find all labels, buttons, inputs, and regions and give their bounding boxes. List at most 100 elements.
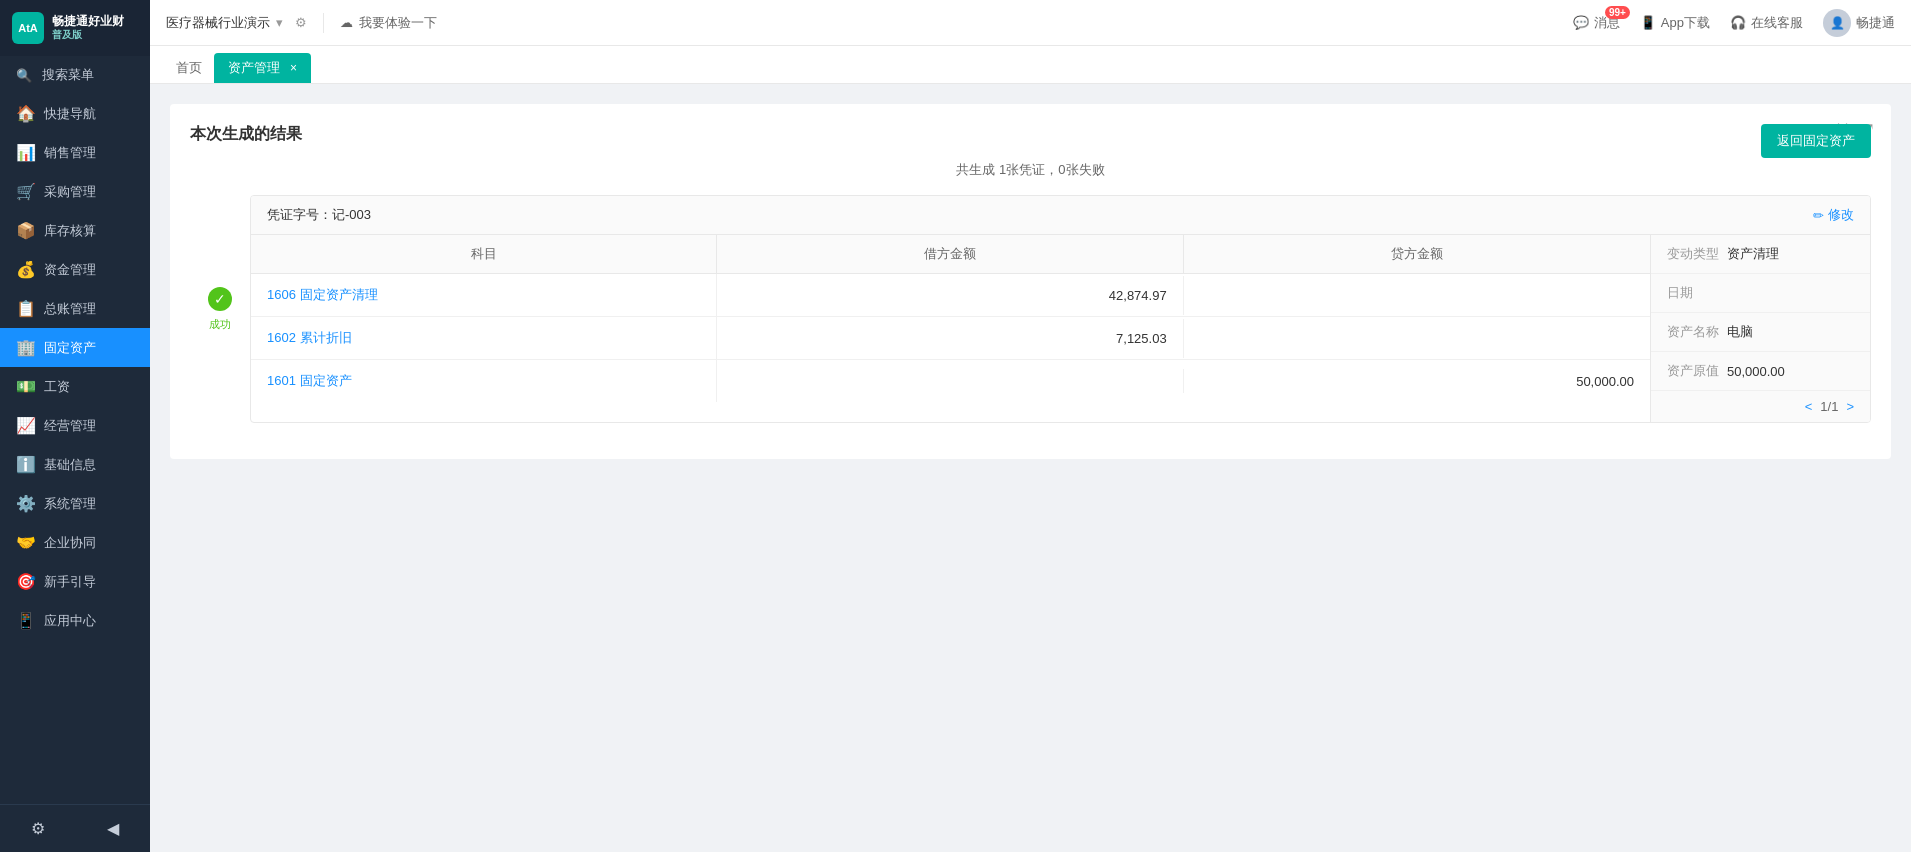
- settings-button[interactable]: ⚙: [25, 813, 51, 844]
- sidebar-item-label: 固定资产: [44, 339, 96, 357]
- app-center-icon: 📱: [16, 611, 34, 630]
- message-icon: 💬: [1573, 15, 1589, 30]
- info-asset-name: 资产名称 电脑: [1651, 313, 1870, 352]
- asset-name-value: 电脑: [1727, 323, 1753, 341]
- sidebar-item-search[interactable]: 🔍 搜索菜单: [0, 56, 150, 94]
- finance-icon: 💰: [16, 260, 34, 279]
- message-badge: 99+: [1605, 6, 1630, 19]
- sidebar-item-label: 快捷导航: [44, 105, 96, 123]
- tab-close-icon[interactable]: ×: [290, 61, 297, 75]
- sidebar-item-fixed-assets[interactable]: 🏢 固定资产: [0, 328, 150, 367]
- sidebar-item-label: 应用中心: [44, 612, 96, 630]
- credit-cell: [1184, 326, 1650, 350]
- company-selector[interactable]: 医疗器械行业演示 ▾: [166, 14, 283, 32]
- voucher-header: 凭证字号：记-003 ✏ 修改: [251, 196, 1870, 235]
- sidebar-item-app-center[interactable]: 📱 应用中心: [0, 601, 150, 640]
- sidebar-item-ledger[interactable]: 📋 总账管理: [0, 289, 150, 328]
- sidebar-logo: AtA 畅捷通好业财 普及版: [0, 0, 150, 56]
- debit-cell: 7,125.03: [717, 319, 1183, 358]
- sidebar-item-inventory[interactable]: 📦 库存核算: [0, 211, 150, 250]
- voucher-container: ✓ 成功 凭证字号：记-003 ✏ 修改: [190, 195, 1871, 423]
- subject-cell: 1601 固定资产: [251, 360, 717, 402]
- credit-cell: [1184, 283, 1650, 307]
- online-service-label: 在线客服: [1751, 14, 1803, 32]
- status-column: ✓ 成功: [190, 195, 250, 423]
- sidebar-item-guide[interactable]: 🎯 新手引导: [0, 562, 150, 601]
- main-content: 本次生成的结果 ✕ ⤢ 返回固定资产 共生成 1张凭证，0张失败 ✓ 成功 凭证…: [150, 84, 1911, 852]
- asset-name-label: 资产名称: [1667, 323, 1719, 341]
- chevron-down-icon: ▾: [276, 15, 283, 30]
- return-fixed-assets-button[interactable]: 返回固定资产: [1761, 124, 1871, 158]
- topbar-right: 💬 消息 99+ 📱 App下载 🎧 在线客服 👤 畅捷通: [1573, 9, 1895, 37]
- edit-voucher-button[interactable]: ✏ 修改: [1813, 206, 1854, 224]
- change-type-label: 变动类型: [1667, 245, 1719, 263]
- home-tab-label: 首页: [176, 59, 202, 77]
- app-download-btn[interactable]: 📱 App下载: [1640, 14, 1710, 32]
- result-panel: 本次生成的结果 ✕ ⤢ 返回固定资产 共生成 1张凭证，0张失败 ✓ 成功 凭证…: [170, 104, 1891, 459]
- sidebar-item-label: 新手引导: [44, 573, 96, 591]
- fixed-assets-icon: 🏢: [16, 338, 34, 357]
- next-page-btn[interactable]: >: [1846, 399, 1854, 414]
- subject-cell: 1606 固定资产清理: [251, 274, 717, 316]
- col-header-debit: 借方金额: [717, 235, 1183, 273]
- voucher-body: 科目 借方金额 贷方金额 1606 固定资产清理 42,874.97: [251, 235, 1870, 422]
- sidebar-item-label: 系统管理: [44, 495, 96, 513]
- side-info-panel: 变动类型 资产清理 日期 资产名称 电脑: [1650, 235, 1870, 422]
- sidebar-item-sales[interactable]: 📊 销售管理: [0, 133, 150, 172]
- sidebar-item-payroll[interactable]: 💵 工资: [0, 367, 150, 406]
- inventory-icon: 📦: [16, 221, 34, 240]
- tab-home[interactable]: 首页: [166, 53, 212, 83]
- basics-icon: ℹ️: [16, 455, 34, 474]
- table-row: 1602 累计折旧 7,125.03: [251, 317, 1650, 360]
- message-btn[interactable]: 💬 消息 99+: [1573, 14, 1620, 32]
- sidebar-item-label: 企业协同: [44, 534, 96, 552]
- sidebar-item-purchase[interactable]: 🛒 采购管理: [0, 172, 150, 211]
- user-avatar-btn[interactable]: 👤 畅捷通: [1823, 9, 1895, 37]
- guide-icon: 🎯: [16, 572, 34, 591]
- pagination: < 1/1 >: [1651, 391, 1870, 422]
- main-area: 医疗器械行业演示 ▾ ⚙ ☁ 我要体验一下 💬 消息 99+ 📱 App下载 🎧…: [150, 0, 1911, 852]
- asset-value-label: 资产原值: [1667, 362, 1719, 380]
- phone-icon: 📱: [1640, 15, 1656, 30]
- sidebar-item-label: 采购管理: [44, 183, 96, 201]
- online-service-btn[interactable]: 🎧 在线客服: [1730, 14, 1803, 32]
- ledger-icon: 📋: [16, 299, 34, 318]
- summary-text: 共生成 1张凭证，0张失败: [190, 161, 1871, 179]
- success-label: 成功: [209, 317, 231, 332]
- gear-icon[interactable]: ⚙: [295, 15, 307, 30]
- collapse-button[interactable]: ◀: [101, 813, 125, 844]
- sidebar: AtA 畅捷通好业财 普及版 🔍 搜索菜单 🏠 快捷导航 📊 销售管理 🛒 采购…: [0, 0, 150, 852]
- change-type-value: 资产清理: [1727, 245, 1779, 263]
- debit-cell: 42,874.97: [717, 276, 1183, 315]
- sidebar-item-system[interactable]: ⚙️ 系统管理: [0, 484, 150, 523]
- success-icon: ✓: [208, 287, 232, 311]
- info-date: 日期: [1651, 274, 1870, 313]
- voucher-block: 凭证字号：记-003 ✏ 修改 科目 借方金额: [250, 195, 1871, 423]
- sidebar-item-operations[interactable]: 📈 经营管理: [0, 406, 150, 445]
- prev-page-btn[interactable]: <: [1805, 399, 1813, 414]
- sidebar-item-label: 经营管理: [44, 417, 96, 435]
- system-icon: ⚙️: [16, 494, 34, 513]
- purchase-icon: 🛒: [16, 182, 34, 201]
- sidebar-item-quick-nav[interactable]: 🏠 快捷导航: [0, 94, 150, 133]
- nav-tabs: 首页 资产管理 ×: [150, 46, 1911, 84]
- sidebar-search-label: 搜索菜单: [42, 66, 94, 84]
- page-title: 本次生成的结果: [190, 124, 1871, 145]
- sidebar-item-label: 销售管理: [44, 144, 96, 162]
- experience-btn[interactable]: ☁ 我要体验一下: [340, 14, 437, 32]
- sidebar-item-label: 工资: [44, 378, 70, 396]
- sidebar-item-label: 库存核算: [44, 222, 96, 240]
- col-header-credit: 贷方金额: [1184, 235, 1650, 273]
- app-logo-icon: AtA: [12, 12, 44, 44]
- sidebar-item-basics[interactable]: ℹ️ 基础信息: [0, 445, 150, 484]
- edit-label: 修改: [1828, 206, 1854, 224]
- topbar: 医疗器械行业演示 ▾ ⚙ ☁ 我要体验一下 💬 消息 99+ 📱 App下载 🎧…: [150, 0, 1911, 46]
- topbar-divider: [323, 13, 324, 33]
- sidebar-item-finance[interactable]: 💰 资金管理: [0, 250, 150, 289]
- table-row: 1606 固定资产清理 42,874.97: [251, 274, 1650, 317]
- table-row: 1601 固定资产 50,000.00: [251, 360, 1650, 402]
- tab-asset-management[interactable]: 资产管理 ×: [214, 53, 311, 83]
- sidebar-nav: 🔍 搜索菜单 🏠 快捷导航 📊 销售管理 🛒 采购管理 📦 库存核算 💰 资金管…: [0, 56, 150, 804]
- sidebar-item-cooperation[interactable]: 🤝 企业协同: [0, 523, 150, 562]
- cooperation-icon: 🤝: [16, 533, 34, 552]
